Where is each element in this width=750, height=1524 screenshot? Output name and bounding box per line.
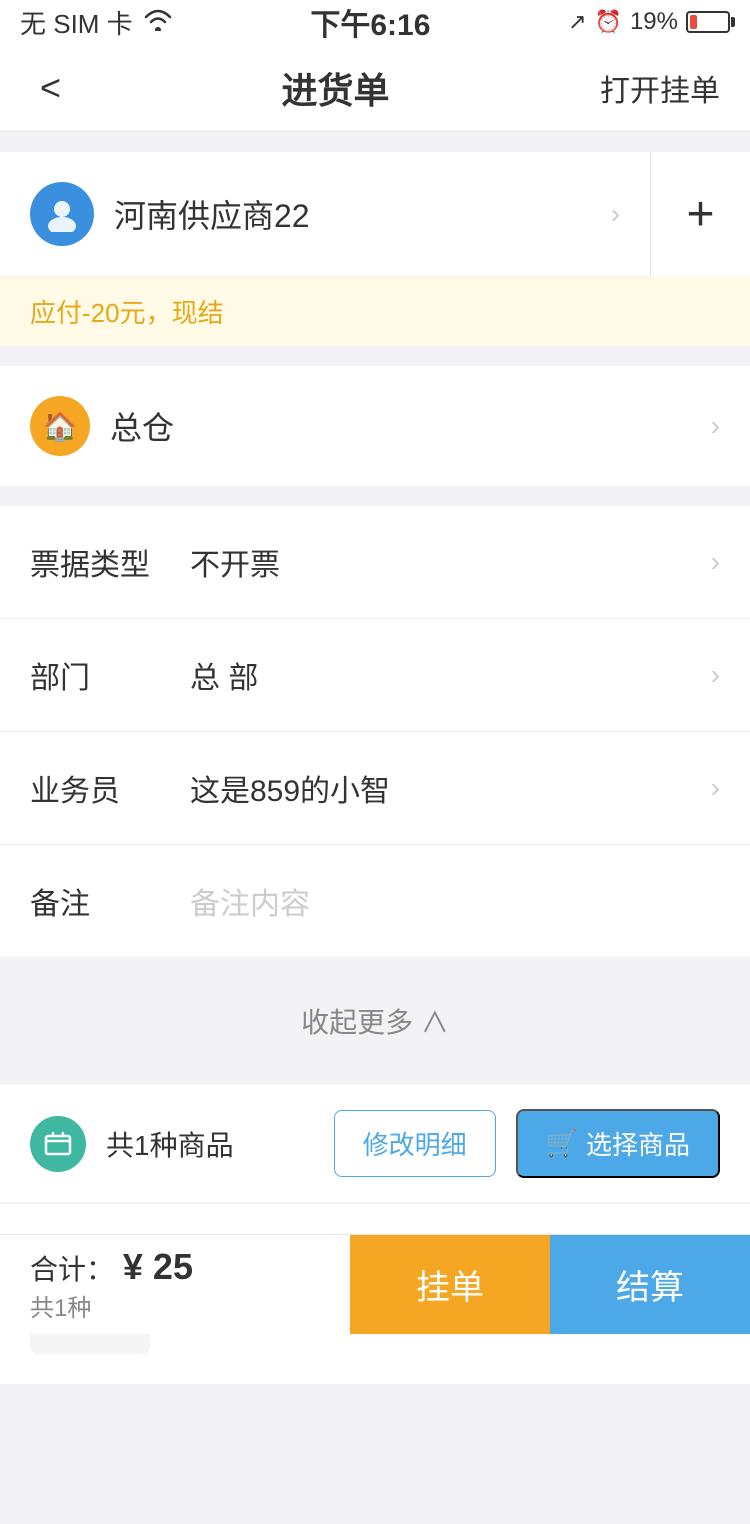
salesperson-label: 业务员 xyxy=(30,766,190,810)
back-button[interactable]: < xyxy=(30,57,71,119)
status-left: 无 SIM 卡 xyxy=(20,4,173,41)
status-bar: 无 SIM 卡 下午6:16 ↗ ⏰ 19% xyxy=(0,0,750,44)
remark-input[interactable]: 备注内容 xyxy=(190,879,720,923)
bottom-total: 合计： ¥ 25 共1种 xyxy=(0,1235,350,1334)
product-count: 共1种商品 xyxy=(106,1124,314,1164)
checkout-button[interactable]: 结算 xyxy=(550,1235,750,1334)
notice-text: 应付-20元，现结 xyxy=(30,298,224,328)
salesperson-chevron-icon: › xyxy=(711,772,720,804)
select-product-button[interactable]: 🛒 选择商品 xyxy=(516,1109,720,1178)
battery-percent: 19% xyxy=(630,8,678,36)
warehouse-section: 🏠 总仓 › xyxy=(0,366,750,486)
supplier-avatar xyxy=(30,182,94,246)
collapse-bar[interactable]: 收起更多 ∧ xyxy=(0,977,750,1065)
total-row: 合计： ¥ 25 xyxy=(30,1246,320,1288)
product-list-icon xyxy=(30,1116,86,1172)
bottom-bar: 合计： ¥ 25 共1种 挂单 结算 xyxy=(0,1234,750,1334)
carrier-label: 无 SIM 卡 xyxy=(20,4,133,41)
supplier-name: 河南供应商22 xyxy=(114,191,591,237)
remark-row[interactable]: 备注 备注内容 xyxy=(0,845,750,957)
add-supplier-button[interactable]: + xyxy=(650,152,750,277)
open-hang-button[interactable]: 打开挂单 xyxy=(600,66,720,110)
supplier-section: 河南供应商22 › + xyxy=(0,152,750,277)
status-right: ↗ ⏰ 19% xyxy=(568,8,730,36)
invoice-type-row[interactable]: 票据类型 不开票 › xyxy=(0,506,750,619)
status-time: 下午6:16 xyxy=(310,0,430,44)
warehouse-row[interactable]: 🏠 总仓 › xyxy=(0,366,750,486)
nav-bar: < 进货单 打开挂单 xyxy=(0,44,750,132)
department-label: 部门 xyxy=(30,653,190,697)
salesperson-row[interactable]: 业务员 这是859的小智 › xyxy=(0,732,750,845)
department-chevron-icon: › xyxy=(711,659,720,691)
warehouse-icon: 🏠 xyxy=(30,396,90,456)
total-count: 共1种 xyxy=(30,1288,320,1323)
salesperson-value: 这是859的小智 xyxy=(190,766,711,810)
cart-icon: 🛒 xyxy=(546,1128,578,1159)
form-section: 票据类型 不开票 › 部门 总 部 › 业务员 这是859的小智 › 备注 备注… xyxy=(0,506,750,957)
remark-label: 备注 xyxy=(30,879,190,923)
notice-bar: 应付-20元，现结 xyxy=(0,277,750,346)
invoice-type-label: 票据类型 xyxy=(30,540,190,584)
page-title: 进货单 xyxy=(282,62,390,114)
invoice-type-chevron-icon: › xyxy=(711,546,720,578)
wifi-icon xyxy=(143,7,173,38)
department-row[interactable]: 部门 总 部 › xyxy=(0,619,750,732)
battery-icon xyxy=(686,11,730,33)
product-header: 共1种商品 修改明细 🛒 选择商品 xyxy=(0,1085,750,1202)
supplier-chevron-icon: › xyxy=(611,198,620,230)
department-value: 总 部 xyxy=(190,653,711,697)
total-amount: ¥ 25 xyxy=(123,1246,193,1287)
warehouse-chevron-icon: › xyxy=(711,410,720,442)
edit-detail-button[interactable]: 修改明细 xyxy=(334,1110,496,1177)
invoice-type-value: 不开票 xyxy=(190,540,711,584)
hang-button[interactable]: 挂单 xyxy=(350,1235,550,1334)
supplier-row[interactable]: 河南供应商22 › xyxy=(0,152,650,277)
select-product-label: 选择商品 xyxy=(586,1125,690,1162)
total-label: 合计： xyxy=(30,1254,114,1285)
alarm-icon: ⏰ xyxy=(595,9,622,35)
collapse-label: 收起更多 ∧ xyxy=(301,1001,449,1041)
warehouse-name: 总仓 xyxy=(110,403,691,449)
location-icon: ↗ xyxy=(568,9,586,35)
